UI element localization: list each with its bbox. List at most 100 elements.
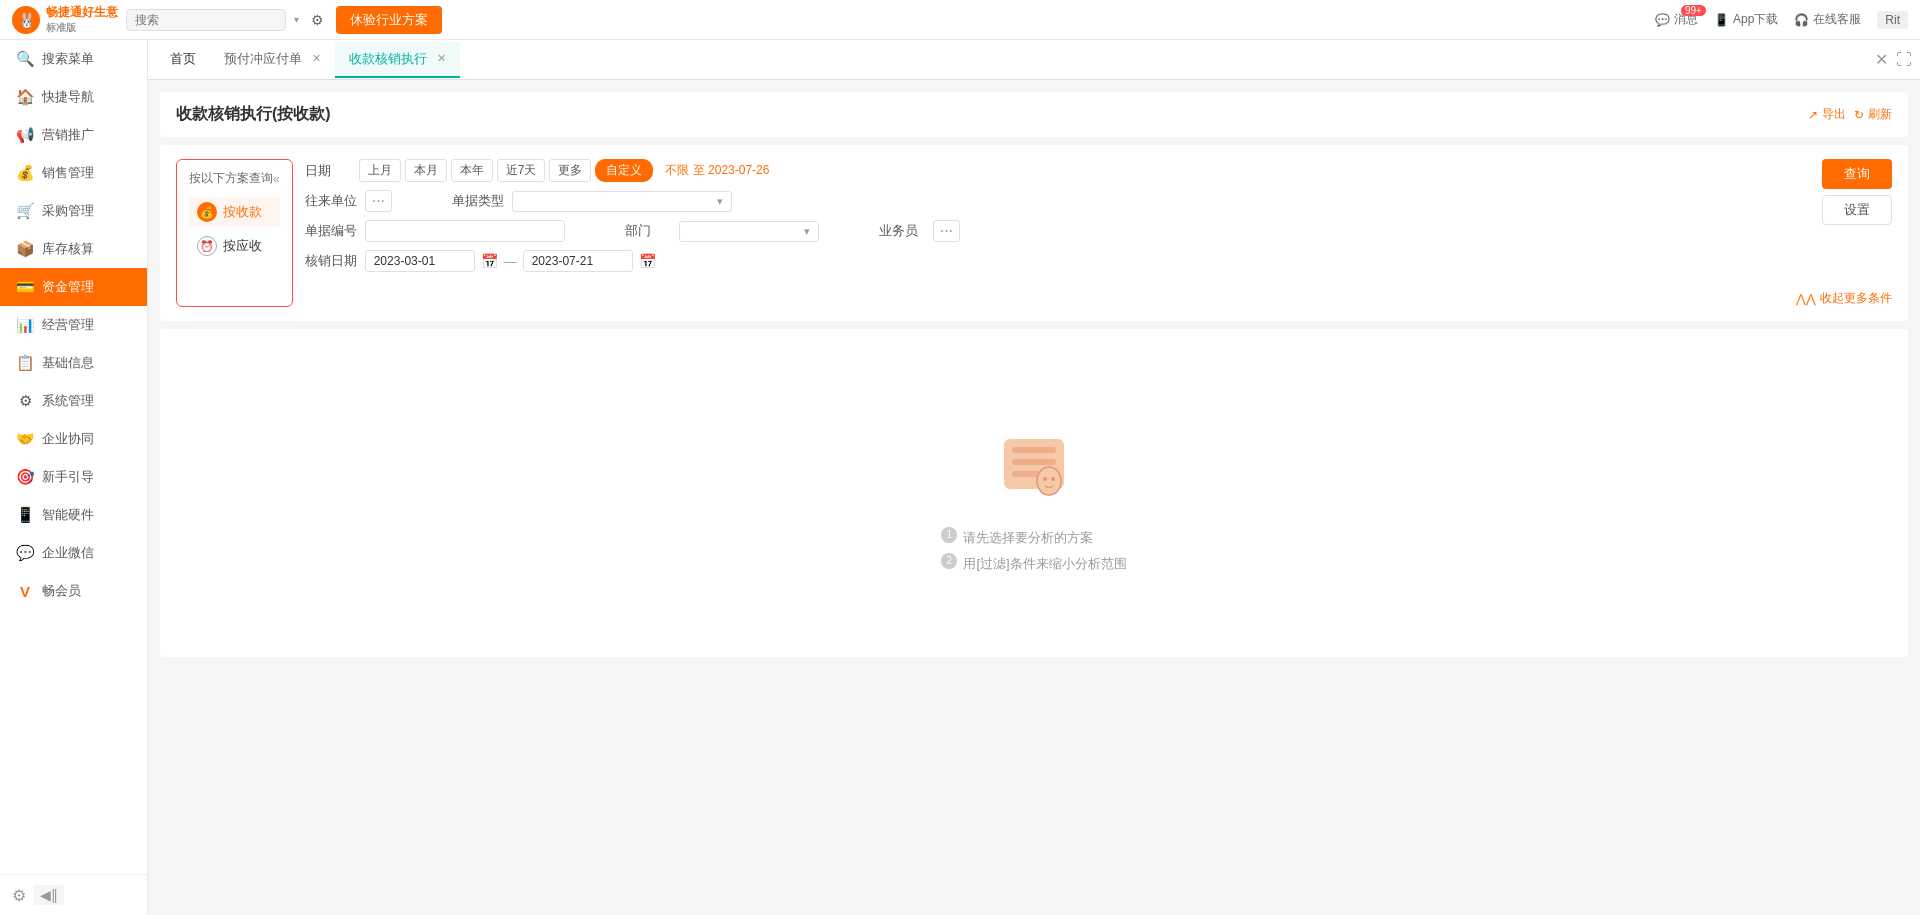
sidebar-item-basic-info[interactable]: 📋 基础信息 (0, 344, 147, 382)
page-header: 收款核销执行(按收款) ↗ 导出 ↻ 刷新 (160, 92, 1908, 137)
message-btn[interactable]: 💬 消息 99+ (1655, 11, 1698, 28)
staff-field: 业务员 ··· (879, 220, 960, 242)
sidebar-item-label: 畅会员 (42, 582, 81, 600)
search-menu-icon: 🔍 (16, 50, 34, 68)
tab-home[interactable]: 首页 (156, 42, 210, 78)
filter-option-by-receipt[interactable]: 💰 按收款 (189, 197, 280, 227)
sidebar-gear-icon[interactable]: ⚙ (12, 886, 26, 905)
tabbar-close-icon[interactable]: ✕ (1875, 50, 1888, 69)
collapse-more-btn[interactable]: ⋀⋀ 收起更多条件 (1796, 290, 1892, 307)
content-area: 首页 预付冲应付单 ✕ 收款核销执行 ✕ ✕ ⛶ 收款核销执行(按收款) (148, 40, 1920, 915)
svg-point-6 (1051, 477, 1055, 481)
collab-icon: 🤝 (16, 430, 34, 448)
doc-type-chevron-icon: ▾ (717, 195, 723, 208)
date-btn-this-year[interactable]: 本年 (451, 159, 493, 182)
sidebar-item-label: 资金管理 (42, 278, 94, 296)
empty-icon (984, 409, 1084, 509)
sidebar-item-marketing[interactable]: 📢 营销推广 (0, 116, 147, 154)
svg-point-5 (1043, 477, 1047, 481)
tab-receipt-close-icon[interactable]: ✕ (437, 52, 446, 65)
sidebar-item-label: 经营管理 (42, 316, 94, 334)
filter-options-panel: 按以下方案查询 « 💰 按收款 ⏰ 按应收 (176, 159, 293, 307)
sidebar-item-sys[interactable]: ⚙ 系统管理 (0, 382, 147, 420)
sidebar-collapse-btn[interactable]: ◀‖ (34, 885, 64, 905)
search-chevron-icon[interactable]: ▾ (294, 14, 299, 25)
empty-tip-1: 1 请先选择要分析的方案 (941, 525, 1126, 551)
export-icon: ↗ (1808, 108, 1818, 122)
query-btn[interactable]: 查询 (1822, 159, 1892, 189)
tab-receipt-label: 收款核销执行 (349, 50, 427, 68)
date-btn-7days[interactable]: 近7天 (497, 159, 546, 182)
filter-collapse-icon[interactable]: « (273, 172, 280, 186)
date-btn-more[interactable]: 更多 (549, 159, 591, 182)
tab-prepay-label: 预付冲应付单 (224, 50, 302, 68)
sidebar-item-search-menu[interactable]: 🔍 搜索菜单 (0, 40, 147, 78)
date-btn-last-month[interactable]: 上月 (359, 159, 401, 182)
staff-ellipsis-btn[interactable]: ··· (933, 220, 960, 242)
sidebar-item-label: 销售管理 (42, 164, 94, 182)
service-label: 在线客服 (1813, 11, 1861, 28)
tab-prepay-offset[interactable]: 预付冲应付单 ✕ (210, 42, 335, 78)
date-btn-custom[interactable]: 自定义 (595, 159, 653, 182)
sidebar-item-newcomer[interactable]: 🎯 新手引导 (0, 458, 147, 496)
verification-start-calendar-icon[interactable]: 📅 (481, 253, 498, 269)
sidebar-item-smart-hw[interactable]: 📱 智能硬件 (0, 496, 147, 534)
empty-tip-2: 2 用[过滤]条件来缩小分析范围 (941, 551, 1126, 577)
by-receivable-label: 按应收 (223, 237, 262, 255)
doc-no-label: 单据编号 (305, 222, 357, 240)
export-btn[interactable]: ↗ 导出 (1808, 106, 1846, 123)
biz-icon: 📊 (16, 316, 34, 334)
app-download-btn[interactable]: 📱 App下载 (1714, 11, 1778, 28)
verification-end-calendar-icon[interactable]: 📅 (639, 253, 656, 269)
sidebar-item-purchase[interactable]: 🛒 采购管理 (0, 192, 147, 230)
sidebar-item-label: 营销推广 (42, 126, 94, 144)
dept-chevron-icon: ▾ (804, 225, 810, 238)
tab-receipt-offset[interactable]: 收款核销执行 ✕ (335, 42, 460, 78)
online-service-btn[interactable]: 🎧 在线客服 (1794, 11, 1861, 28)
doc-type-select[interactable]: ▾ (512, 191, 732, 212)
verification-end-input[interactable] (523, 250, 633, 272)
purchase-icon: 🛒 (16, 202, 34, 220)
sidebar-item-label: 基础信息 (42, 354, 94, 372)
refresh-btn[interactable]: ↻ 刷新 (1854, 106, 1892, 123)
sidebar-item-quick-nav[interactable]: 🏠 快捷导航 (0, 78, 147, 116)
app-label: App下载 (1733, 11, 1778, 28)
sidebar-item-inventory[interactable]: 📦 库存核算 (0, 230, 147, 268)
sidebar-item-biz[interactable]: 📊 经营管理 (0, 306, 147, 344)
sidebar-item-vip[interactable]: V 畅会员 (0, 572, 147, 610)
dept-label: 部门 (625, 222, 671, 240)
date-btn-this-month[interactable]: 本月 (405, 159, 447, 182)
user-info[interactable]: Rit (1877, 11, 1908, 29)
counterpart-field: 往来单位 ··· (305, 190, 392, 212)
quick-nav-icon: 🏠 (16, 88, 34, 106)
filter-panel: 按以下方案查询 « 💰 按收款 ⏰ 按应收 (160, 145, 1908, 321)
doc-no-input[interactable] (365, 220, 565, 242)
doc-type-field: 单据类型 ▾ (452, 191, 732, 212)
counterpart-label: 往来单位 (305, 192, 357, 210)
sidebar-item-label: 企业微信 (42, 544, 94, 562)
sidebar-item-capital[interactable]: 💳 资金管理 (0, 268, 147, 306)
counterpart-ellipsis-btn[interactable]: ··· (365, 190, 392, 212)
sidebar-item-sales[interactable]: 💰 销售管理 (0, 154, 147, 192)
sidebar-item-collab[interactable]: 🤝 企业协同 (0, 420, 147, 458)
tab-prepay-close-icon[interactable]: ✕ (312, 52, 321, 65)
topbar-gear-icon[interactable]: ⚙ (311, 12, 324, 28)
industry-btn[interactable]: 休验行业方案 (336, 6, 442, 34)
tabbar-expand-icon[interactable]: ⛶ (1896, 51, 1912, 69)
svg-rect-1 (1012, 447, 1056, 453)
tab-home-label: 首页 (170, 50, 196, 68)
setting-btn[interactable]: 设置 (1822, 195, 1892, 225)
filter-option-by-receivable[interactable]: ⏰ 按应收 (189, 231, 280, 261)
by-receivable-icon: ⏰ (197, 236, 217, 256)
search-input[interactable] (126, 9, 286, 31)
sidebar: 🔍 搜索菜单 🏠 快捷导航 📢 营销推广 💰 销售管理 🛒 采购管理 📦 库存核… (0, 40, 148, 915)
sidebar-item-label: 采购管理 (42, 202, 94, 220)
sidebar-item-enterprise-wx[interactable]: 💬 企业微信 (0, 534, 147, 572)
collapse-icon: ⋀⋀ (1796, 292, 1816, 306)
verification-start-input[interactable] (365, 250, 475, 272)
dept-select[interactable]: ▾ (679, 221, 819, 242)
sidebar-item-label: 系统管理 (42, 392, 94, 410)
logo-icon: 🐰 (12, 6, 40, 34)
message-icon: 💬 (1655, 13, 1670, 27)
app-icon: 📱 (1714, 13, 1729, 27)
